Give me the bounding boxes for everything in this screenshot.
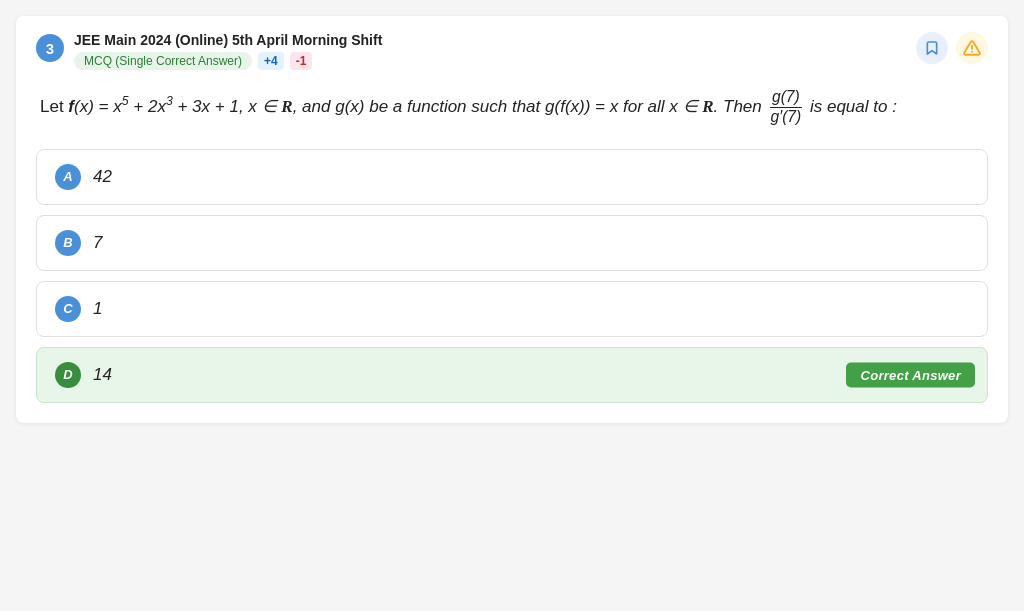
question-title: JEE Main 2024 (Online) 5th April Morning… [74, 32, 382, 48]
option-a-badge: A [55, 164, 81, 190]
correct-answer-badge: Correct Answer [846, 362, 975, 387]
tag-minus: -1 [290, 52, 313, 70]
options-list: A 42 B 7 C 1 D 14 Correct Answer [36, 149, 988, 403]
question-body: Let f(x) = x5 + 2x3 + 3x + 1, x ∈ R, and… [36, 88, 988, 127]
tag-plus: +4 [258, 52, 284, 70]
option-d-badge: D [55, 362, 81, 388]
question-tags: MCQ (Single Correct Answer) +4 -1 [74, 52, 382, 70]
question-header: 3 JEE Main 2024 (Online) 5th April Morni… [36, 32, 988, 70]
option-c[interactable]: C 1 [36, 281, 988, 337]
tag-mcq: MCQ (Single Correct Answer) [74, 52, 252, 70]
question-card: 3 JEE Main 2024 (Online) 5th April Morni… [16, 16, 1008, 423]
option-d-text: 14 [93, 365, 112, 385]
option-d[interactable]: D 14 Correct Answer [36, 347, 988, 403]
question-number-badge: 3 [36, 34, 64, 62]
question-header-left: 3 JEE Main 2024 (Online) 5th April Morni… [36, 32, 382, 70]
option-a[interactable]: A 42 [36, 149, 988, 205]
option-a-text: 42 [93, 167, 112, 187]
header-icons [916, 32, 988, 64]
option-b-badge: B [55, 230, 81, 256]
bookmark-icon[interactable] [916, 32, 948, 64]
option-b-text: 7 [93, 233, 102, 253]
warning-icon[interactable] [956, 32, 988, 64]
option-c-text: 1 [93, 299, 102, 319]
question-meta: JEE Main 2024 (Online) 5th April Morning… [74, 32, 382, 70]
option-b[interactable]: B 7 [36, 215, 988, 271]
option-c-badge: C [55, 296, 81, 322]
